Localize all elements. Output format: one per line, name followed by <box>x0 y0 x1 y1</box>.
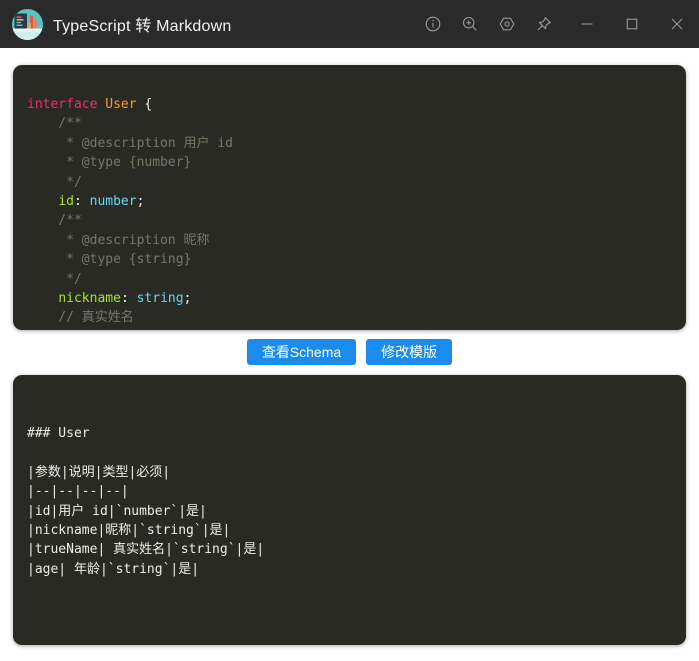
window-controls <box>579 16 685 32</box>
pin-icon[interactable] <box>536 16 552 32</box>
titlebar: TypeScript 转 Markdown <box>0 0 699 48</box>
close-icon[interactable] <box>669 16 685 32</box>
zoom-in-icon[interactable] <box>462 16 478 32</box>
markdown-output-panel: ### User |参数|说明|类型|必须| |--|--|--|--| |id… <box>13 375 686 645</box>
view-schema-button[interactable]: 查看Schema <box>246 339 357 365</box>
titlebar-tools <box>425 16 552 32</box>
app-logo-icon <box>12 8 43 40</box>
settings-icon[interactable] <box>499 16 515 32</box>
action-button-row: 查看Schema 修改模版 <box>0 339 699 365</box>
minimize-icon[interactable] <box>579 16 595 32</box>
edit-template-button[interactable]: 修改模版 <box>366 339 453 365</box>
typescript-code[interactable]: interface User { /** * @description 用户 i… <box>13 65 686 328</box>
window-title: TypeScript 转 Markdown <box>53 18 232 35</box>
typescript-code-panel: interface User { /** * @description 用户 i… <box>13 65 686 330</box>
info-icon[interactable] <box>425 16 441 32</box>
maximize-icon[interactable] <box>624 16 640 32</box>
markdown-output[interactable]: ### User |参数|说明|类型|必须| |--|--|--|--| |id… <box>13 375 686 579</box>
